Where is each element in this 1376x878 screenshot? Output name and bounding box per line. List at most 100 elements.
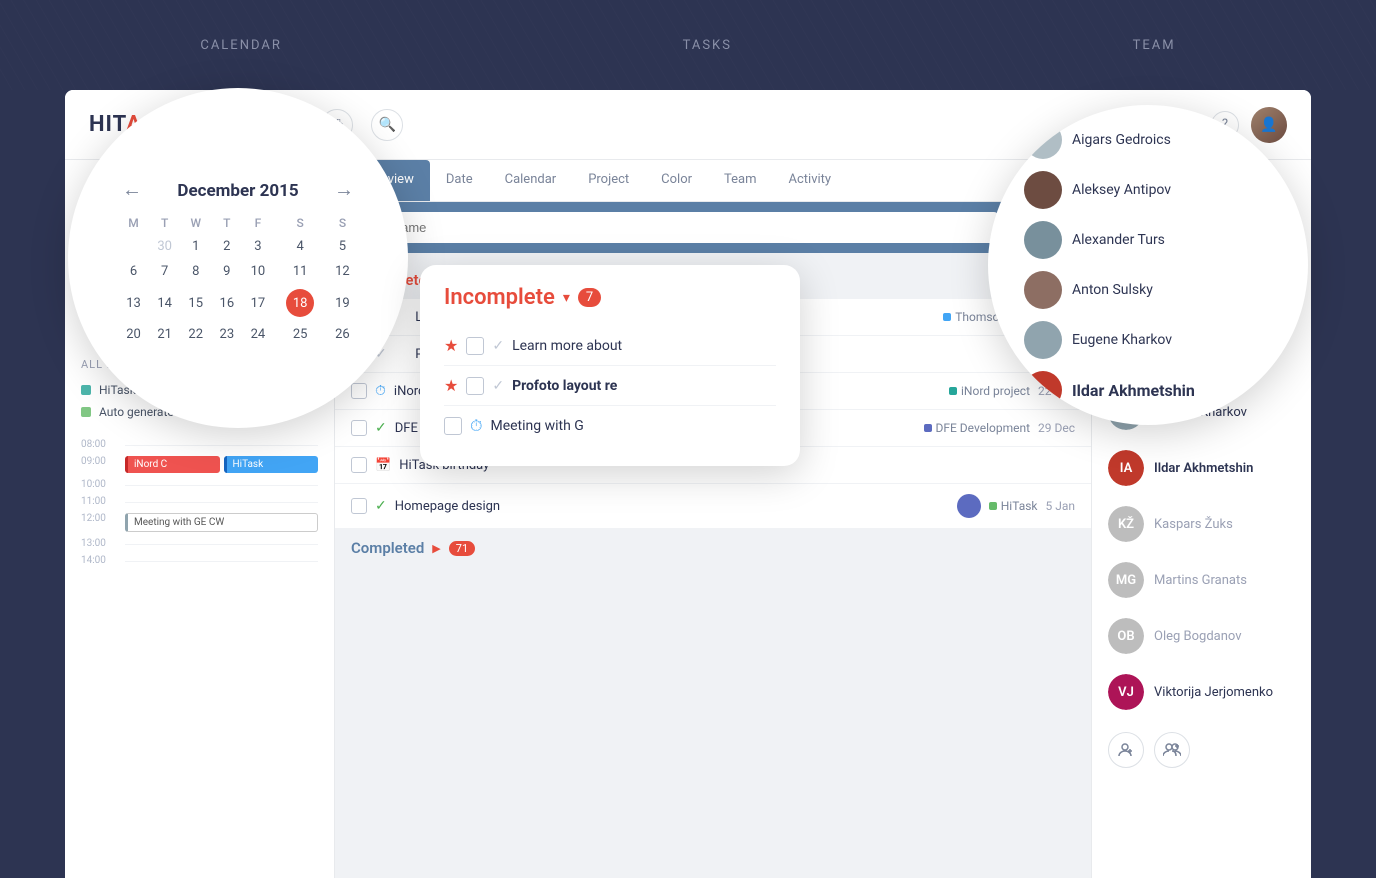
task-checkbox[interactable] [466,377,484,395]
circle-cal-day[interactable]: 9 [211,259,242,284]
task-checkbox[interactable] [351,383,367,399]
task-checkbox[interactable] [466,337,484,355]
task-name: Meeting with G [490,418,776,434]
check-icon: ✓ [492,338,504,354]
circle-cal-day[interactable]: 24 [242,322,273,347]
circle-cal-day[interactable]: 1 [180,234,211,259]
circle-cal-day[interactable]: 5 [327,234,358,259]
circle-cal-next[interactable]: → [330,179,358,202]
team-circle-eugene[interactable]: Eugene Kharkov [1024,315,1272,365]
time-row-800: 08:00 [81,439,318,450]
tab-activity[interactable]: Activity [773,160,848,201]
circle-cal-day[interactable]: 12 [327,259,358,284]
task-checkbox[interactable] [351,420,367,436]
incomplete-popup-task[interactable]: ⏱ Meeting with G [444,406,776,446]
team-circle-alexander[interactable]: Alexander Turs [1024,215,1272,265]
team-member-oleg[interactable]: OB Oleg Bogdanov [1092,608,1311,664]
circle-cal-day[interactable]: 13 [118,284,149,322]
circle-cal-day[interactable]: 30 [149,234,180,259]
team-member-name: Oleg Bogdanov [1154,629,1242,644]
team-circle-aleksey[interactable]: Aleksey Antipov [1024,165,1272,215]
circle-cal-day[interactable]: 11 [273,259,326,284]
star-icon[interactable]: ★ [444,376,458,395]
circle-cal-day[interactable] [118,234,149,259]
task-checkbox[interactable] [351,457,367,473]
star-icon[interactable]: ★ [444,336,458,355]
team-circle-anton[interactable]: Anton Sulsky [1024,265,1272,315]
team-avatar [1024,221,1062,259]
task-assignee [957,494,981,518]
circle-weekday: T [149,212,180,234]
event-dot-teal [81,385,91,395]
project-dot [949,387,957,395]
circle-cal-day[interactable]: 25 [273,322,326,347]
task-project: HiTask [989,499,1038,513]
circle-cal-day[interactable]: 3 [242,234,273,259]
circle-cal-day[interactable]: 4 [273,234,326,259]
team-member-name: Aigars Gedroics [1072,132,1171,148]
circle-cal-day[interactable]: 8 [180,259,211,284]
avatar-initials: IA [1108,450,1144,486]
circle-cal-day[interactable]: 16 [211,284,242,322]
circle-cal-day[interactable]: 15 [180,284,211,322]
team-member-ildar[interactable]: IA Ildar Akhmetshin [1092,440,1311,496]
circle-cal-prev[interactable]: ← [118,179,146,202]
circle-cal-day[interactable]: 17 [242,284,273,322]
avatar-initials: VJ [1108,674,1144,710]
timer-icon: ⏱ [375,383,386,399]
circle-cal-day[interactable]: 10 [242,259,273,284]
circle-cal-day[interactable]: 14 [149,284,180,322]
time-event-inord[interactable]: iNord C [125,456,220,473]
circle-cal-day[interactable]: 6 [118,259,149,284]
circle-cal-day[interactable]: 19 [327,284,358,322]
circle-weekday: W [180,212,211,234]
team-member-kaspars[interactable]: KŽ Kaspars Žuks [1092,496,1311,552]
time-event-meeting[interactable]: Meeting with GE CW [125,513,318,532]
tab-team[interactable]: Team [708,160,773,201]
task-project: iNord project [949,384,1030,398]
check-icon: ✓ [375,420,387,436]
tab-color[interactable]: Color [645,160,708,201]
circle-cal-day[interactable]: 21 [149,322,180,347]
avatar-initials: OB [1108,618,1144,654]
team-member-name: Alexander Turs [1072,232,1165,248]
top-nav: CALENDAR TASKS TEAM [0,0,1376,90]
time-label: 10:00 [81,479,117,490]
tab-calendar[interactable]: Calendar [489,160,573,201]
team-member-viktorija[interactable]: VJ Viktorija Jerjomenko [1092,664,1311,720]
circle-cal-day[interactable]: 2 [211,234,242,259]
incomplete-popup-task[interactable]: ★ ✓ Learn more about [444,326,776,366]
team-member-name: Martins Granats [1154,573,1247,588]
team-circle-overlay: Aigars Gedroics Aleksey Antipov Alexande… [988,105,1308,425]
circle-cal-day[interactable]: 7 [149,259,180,284]
circle-weekday: M [118,212,149,234]
project-dot [943,313,951,321]
task-row[interactable]: ✓ Homepage design HiTask 5 Jan [335,484,1091,529]
task-date: 29 Dec [1038,421,1075,435]
team-member-martins[interactable]: MG Martins Granats [1092,552,1311,608]
user-avatar[interactable]: 👤 [1251,107,1287,143]
circle-cal-day[interactable]: 26 [327,322,358,347]
tab-project[interactable]: Project [572,160,645,201]
completed-section-header[interactable]: Completed ▶ 71 [335,529,1091,567]
task-checkbox[interactable] [444,417,462,435]
avatar-img [1024,171,1062,209]
add-group-button[interactable] [1154,732,1190,768]
tab-date[interactable]: Date [430,160,489,201]
circle-cal-table: M T W T F S S 30 1 2 3 4 5 [118,212,358,347]
avatar-initials: MG [1108,562,1144,598]
circle-cal-day[interactable]: 18 [273,284,326,322]
incomplete-popup-task[interactable]: ★ ✓ Profoto layout re [444,366,776,406]
task-checkbox[interactable] [351,498,367,514]
task-name: Homepage design [395,499,949,514]
circle-weekday: T [211,212,242,234]
time-event-hitask[interactable]: HiTask [224,456,319,473]
circle-cal-day[interactable]: 22 [180,322,211,347]
search-icon-btn[interactable]: 🔍 [371,109,403,141]
add-member-button[interactable] [1108,732,1144,768]
view-tabs: My view Date Calendar Project Color Team… [335,160,1091,202]
search-input[interactable] [351,212,998,243]
circle-weekday: S [327,212,358,234]
circle-cal-day[interactable]: 23 [211,322,242,347]
circle-cal-day[interactable]: 20 [118,322,149,347]
